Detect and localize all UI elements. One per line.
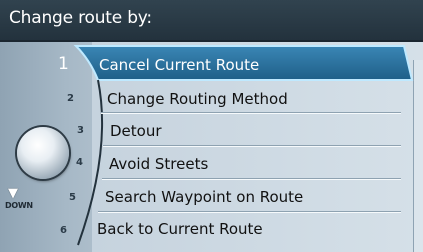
down-arrow-icon[interactable]: ▼: [8, 187, 18, 200]
down-label: DOWN: [5, 201, 33, 210]
row-divider: [102, 179, 401, 180]
item-number: 4: [76, 157, 83, 168]
menu-item-label: Back to Current Route: [97, 220, 263, 238]
row-divider: [103, 146, 401, 147]
menu-item-label: Change Routing Method: [107, 90, 288, 108]
menu-item-avoid-streets[interactable]: Avoid Streets: [109, 155, 208, 173]
row-divider: [98, 212, 401, 213]
menu-item-label: Search Waypoint on Route: [105, 188, 304, 206]
menu-item-cancel-current-route[interactable]: Cancel Current Route: [99, 56, 259, 74]
menu-item-label: Cancel Current Route: [99, 56, 260, 74]
menu-item-search-waypoint[interactable]: Search Waypoint on Route: [105, 188, 303, 206]
menu-decoration: [73, 45, 414, 246]
menu-item-label: Detour: [110, 122, 162, 140]
menu-item-change-routing-method[interactable]: Change Routing Method: [107, 90, 288, 108]
item-number: 6: [60, 225, 67, 236]
row-divider: [101, 113, 401, 114]
item-number: 5: [69, 192, 76, 203]
menu-item-back-to-current-route[interactable]: Back to Current Route: [97, 220, 263, 238]
item-number: 3: [77, 125, 84, 136]
item-number: 1: [58, 54, 69, 74]
menu-item-detour[interactable]: Detour: [110, 122, 162, 140]
item-number: 2: [67, 93, 74, 104]
selector-knob-icon[interactable]: [17, 127, 69, 179]
menu-item-label: Avoid Streets: [109, 155, 209, 173]
